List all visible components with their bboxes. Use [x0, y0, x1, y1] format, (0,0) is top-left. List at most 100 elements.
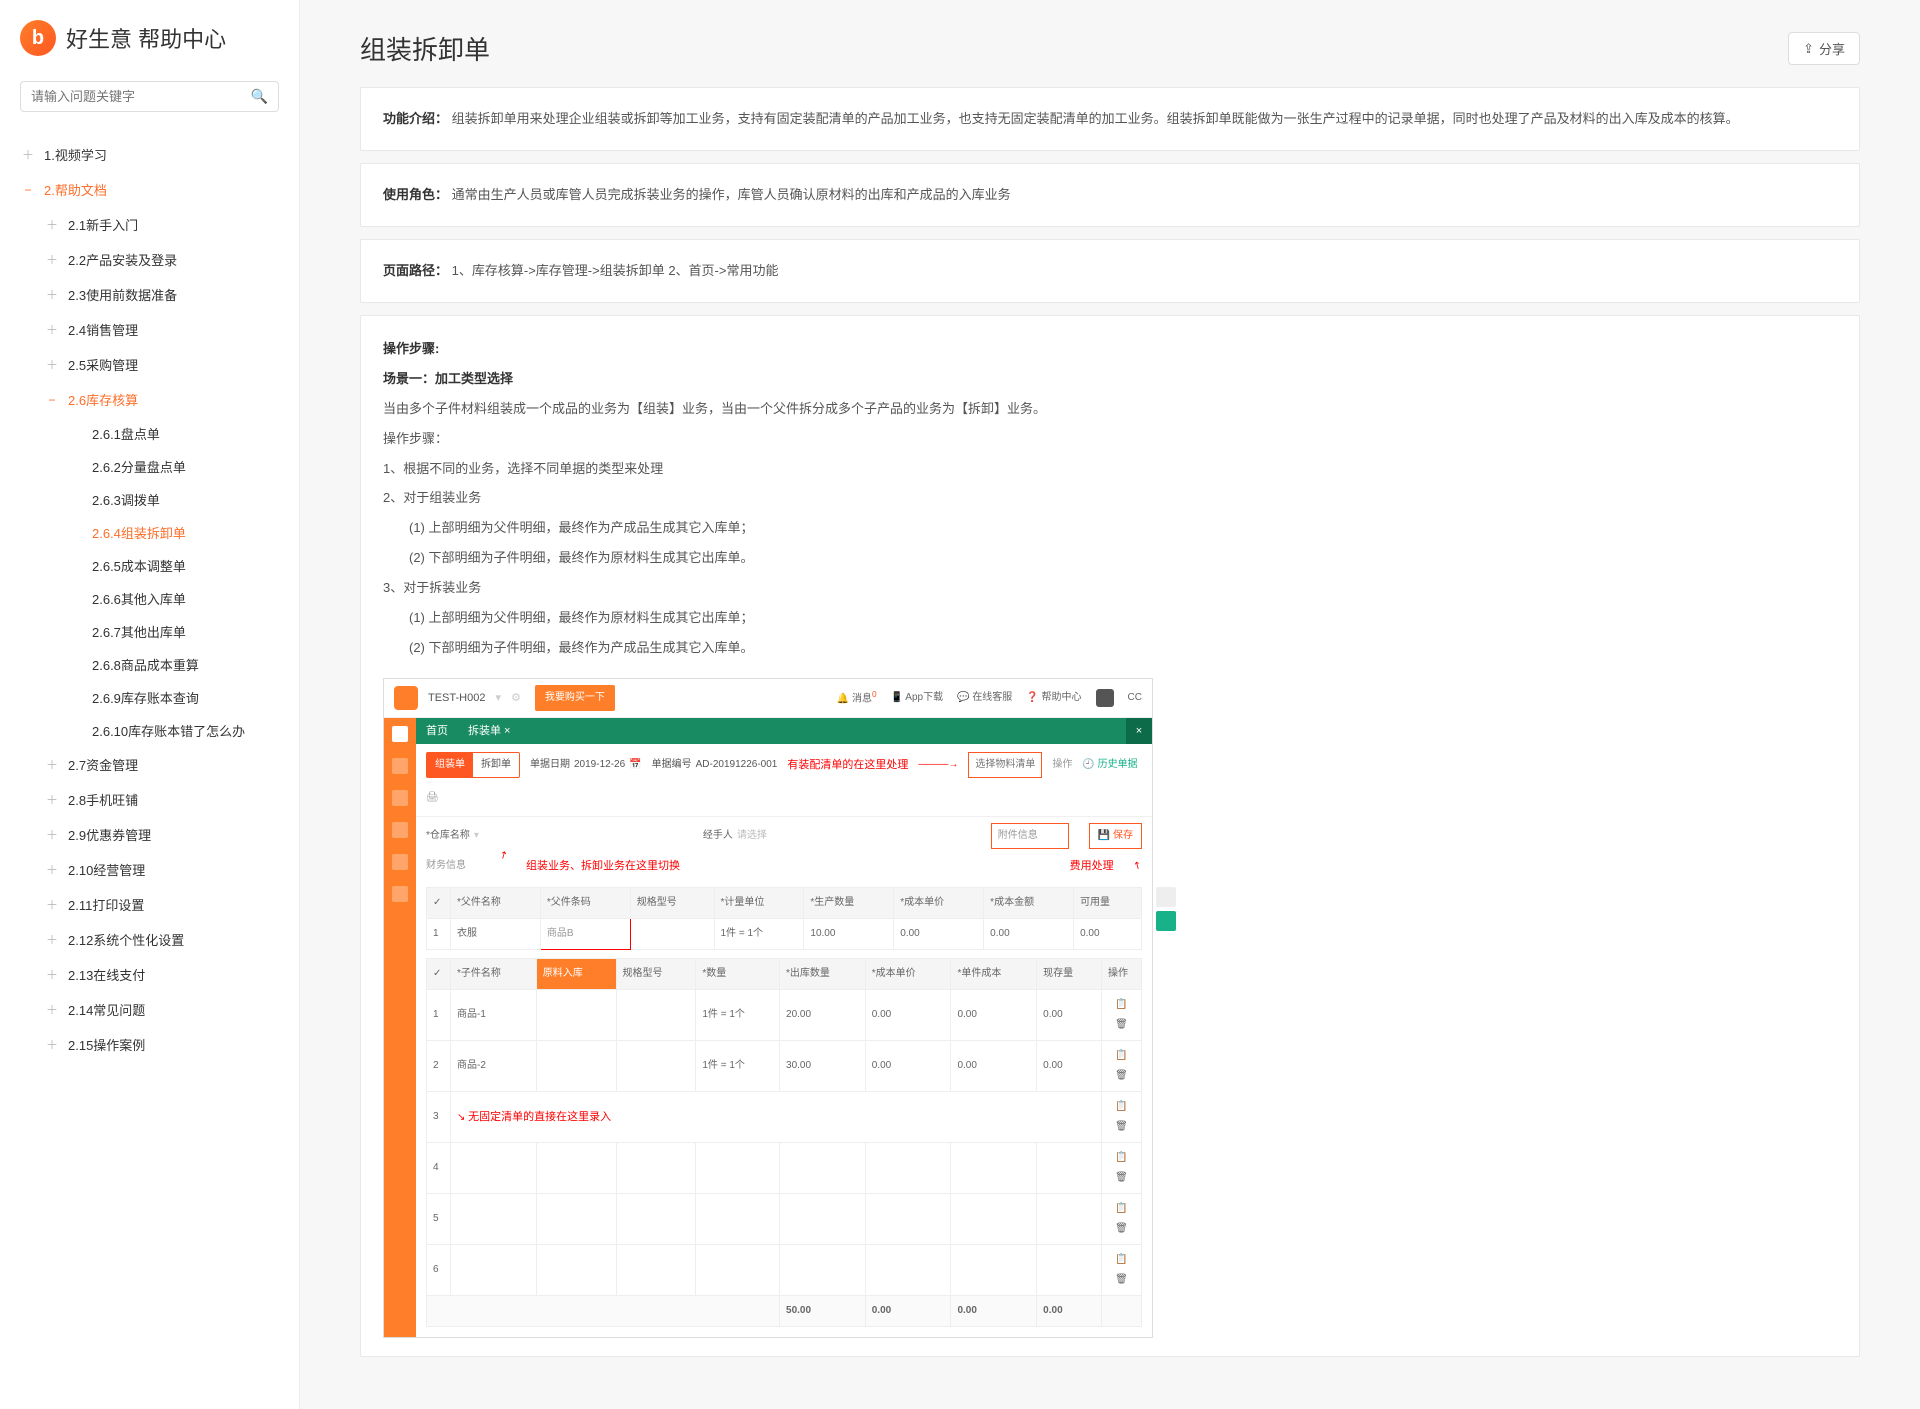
table-row: 1 衣服 商品B 1件 = 1个 10.00 0.00 0.00 0.00: [427, 918, 1142, 949]
share-label: 分享: [1819, 39, 1845, 58]
nav-2-8[interactable]: ＋2.8手机旺铺: [44, 782, 279, 817]
nav-2-6-9[interactable]: 2.6.9库存账本查询: [92, 681, 279, 714]
nav-2-15[interactable]: ＋2.15操作案例: [44, 1027, 279, 1062]
ss-bom-button: 选择物料清单: [968, 752, 1042, 778]
logo-icon: b: [20, 20, 56, 56]
table-row: 6📋 🗑: [427, 1244, 1142, 1295]
arrow-icon: ↗: [1127, 857, 1149, 874]
path-text: 1、库存核算->库存管理->组装拆卸单 2、首页->常用功能: [452, 263, 779, 278]
nav-2-13[interactable]: ＋2.13在线支付: [44, 957, 279, 992]
ss-user: CC: [1128, 688, 1142, 708]
ss-parent-table: ✓ *父件名称 *父件条码 规格型号 *计量单位 *生产数量 *成本单价 *成本…: [426, 887, 1142, 950]
table-row: 5📋 🗑: [427, 1193, 1142, 1244]
ss-op-label: 操作: [1052, 755, 1072, 775]
step-3b: (2) 下部明细为子件明细，最终作为产成品生成其它入库单。: [383, 633, 1837, 663]
step-1: 1、根据不同的业务，选择不同单据的类型来处理: [383, 454, 1837, 484]
plus-icon: ＋: [44, 792, 60, 808]
nav-tree: ＋1.视频学习 −2.帮助文档 ＋2.1新手入门 ＋2.2产品安装及登录 ＋2.…: [20, 137, 279, 1062]
nav-2-4[interactable]: ＋2.4销售管理: [44, 312, 279, 347]
nav-2-6-8[interactable]: 2.6.8商品成本重算: [92, 648, 279, 681]
nav-2-6[interactable]: −2.6库存核算: [44, 382, 279, 417]
plus-icon: ＋: [44, 1002, 60, 1018]
ss-radio-assemble: 组装单: [427, 753, 473, 777]
nav-2-12[interactable]: ＋2.12系统个性化设置: [44, 922, 279, 957]
nav-2-5[interactable]: ＋2.5采购管理: [44, 347, 279, 382]
search-icon[interactable]: 🔍: [251, 88, 268, 105]
role-label: 使用角色：: [383, 187, 448, 202]
path-card: 页面路径： 1、库存核算->库存管理->组装拆卸单 2、首页->常用功能: [360, 239, 1860, 303]
step-3: 3、对于拆装业务: [383, 573, 1837, 603]
ss-radio-disassemble: 拆卸单: [473, 753, 519, 777]
nav-2-6-5[interactable]: 2.6.5成本调整单: [92, 549, 279, 582]
nav-2-2[interactable]: ＋2.2产品安装及登录: [44, 242, 279, 277]
plus-icon: ＋: [44, 252, 60, 268]
share-button[interactable]: ⇪ 分享: [1788, 32, 1860, 65]
ss-help: ❓ 帮助中心: [1026, 688, 1081, 708]
ss-sidebar: [384, 718, 416, 1337]
search-input[interactable]: [31, 89, 251, 104]
bag-icon: [392, 758, 408, 774]
nav-2-6-3[interactable]: 2.6.3调拨单: [92, 483, 279, 516]
plus-icon: ＋: [44, 932, 60, 948]
ss-annotation-switch: 组装业务、拆卸业务在这里切换: [526, 855, 680, 877]
embedded-screenshot: TEST-H002 ▾ ⚙ 我要购买一下 🔔 消息0 📱 App下载 💬 在线客…: [383, 678, 1153, 1338]
nav-2-14[interactable]: ＋2.14常见问题: [44, 992, 279, 1027]
print-icon: 🖨: [426, 788, 439, 808]
nav-2-6-2[interactable]: 2.6.2分量盘点单: [92, 450, 279, 483]
ss-annotation-list: 有装配清单的在这里处理: [787, 754, 908, 776]
ss-tab-home: 首页: [426, 720, 448, 742]
ss-handler: 经手人 请选择: [703, 826, 767, 846]
path-label: 页面路径：: [383, 263, 448, 278]
step-2: 2、对于组装业务: [383, 483, 1837, 513]
plus-icon: ＋: [20, 147, 36, 163]
search-box[interactable]: 🔍: [20, 81, 279, 112]
ss-env: TEST-H002: [428, 687, 485, 709]
nav-2-6-4[interactable]: 2.6.4组装拆卸单: [92, 516, 279, 549]
ss-contact: 💬 在线客服: [957, 688, 1012, 708]
intro-text: 组装拆卸单用来处理企业组装或拆卸等加工业务，支持有固定装配清单的产品加工业务，也…: [452, 111, 1739, 126]
plus-icon: ＋: [44, 217, 60, 233]
scene-label: 场景一：加工类型选择: [383, 364, 1837, 394]
avatar-icon: [1096, 689, 1114, 707]
ss-history: 🕘 历史单据: [1082, 755, 1137, 775]
nav-2-10[interactable]: ＋2.10经营管理: [44, 852, 279, 887]
nav-video[interactable]: ＋1.视频学习: [20, 137, 279, 172]
ss-tabs: 首页 拆装单 × ×: [416, 718, 1152, 744]
plus-icon: ＋: [44, 757, 60, 773]
plus-icon: ＋: [44, 357, 60, 373]
home-icon: [392, 726, 408, 742]
page-title: 组装拆卸单: [360, 30, 490, 67]
ss-app: 📱 App下载: [891, 688, 943, 708]
minus-icon: −: [44, 392, 60, 408]
steps-card: 操作步骤: 场景一：加工类型选择 当由多个子件材料组装成一个成品的业务为【组装】…: [360, 315, 1860, 1357]
plus-icon: ＋: [44, 967, 60, 983]
ss-logo-icon: [394, 686, 418, 710]
ss-warehouse: *仓库名称 ▾: [426, 826, 479, 846]
nav-2-7[interactable]: ＋2.7资金管理: [44, 747, 279, 782]
nav-2-1[interactable]: ＋2.1新手入门: [44, 207, 279, 242]
box-icon: [392, 790, 408, 806]
nav-2-9[interactable]: ＋2.9优惠券管理: [44, 817, 279, 852]
chevron-down-icon: ▾: [495, 687, 501, 709]
nav-2-6-6[interactable]: 2.6.6其他入库单: [92, 582, 279, 615]
ss-header: TEST-H002 ▾ ⚙ 我要购买一下 🔔 消息0 📱 App下载 💬 在线客…: [384, 679, 1152, 718]
ss-annotation-fee: 费用处理: [1070, 855, 1114, 877]
role-text: 通常由生产人员或库管人员完成拆装业务的操作，库管人员确认原材料的出库和产成品的入…: [452, 187, 1011, 202]
nav-docs[interactable]: −2.帮助文档: [20, 172, 279, 207]
nav-2-3[interactable]: ＋2.3使用前数据准备: [44, 277, 279, 312]
ss-toolbar: 组装单 拆卸单 单据日期 2019-12-26 📅 单据编号 AD-201912…: [416, 744, 1152, 817]
intro-card: 功能介绍： 组装拆卸单用来处理企业组装或拆卸等加工业务，支持有固定装配清单的产品…: [360, 87, 1860, 151]
ss-side-icons: [1156, 887, 1176, 931]
ss-row2: *仓库名称 ▾ 经手人 请选择 附件信息 💾 保存: [416, 817, 1152, 855]
scene-desc: 当由多个子件材料组装成一个成品的业务为【组装】业务，当由一个父件拆分成多个子产品…: [383, 394, 1837, 424]
share-icon: ⇪: [1803, 41, 1814, 57]
nav-2-11[interactable]: ＋2.11打印设置: [44, 887, 279, 922]
nav-2-6-7[interactable]: 2.6.7其他出库单: [92, 615, 279, 648]
calendar-icon: [392, 822, 408, 838]
nav-2-6-1[interactable]: 2.6.1盘点单: [92, 417, 279, 450]
ss-fee-input: 附件信息: [991, 823, 1069, 849]
step-ops: 操作步骤：: [383, 424, 1837, 454]
plus-icon: ＋: [44, 897, 60, 913]
table-row: 1商品-11件 = 1个20.000.000.000.00📋 🗑: [427, 989, 1142, 1040]
nav-2-6-10[interactable]: 2.6.10库存账本错了怎么办: [92, 714, 279, 747]
